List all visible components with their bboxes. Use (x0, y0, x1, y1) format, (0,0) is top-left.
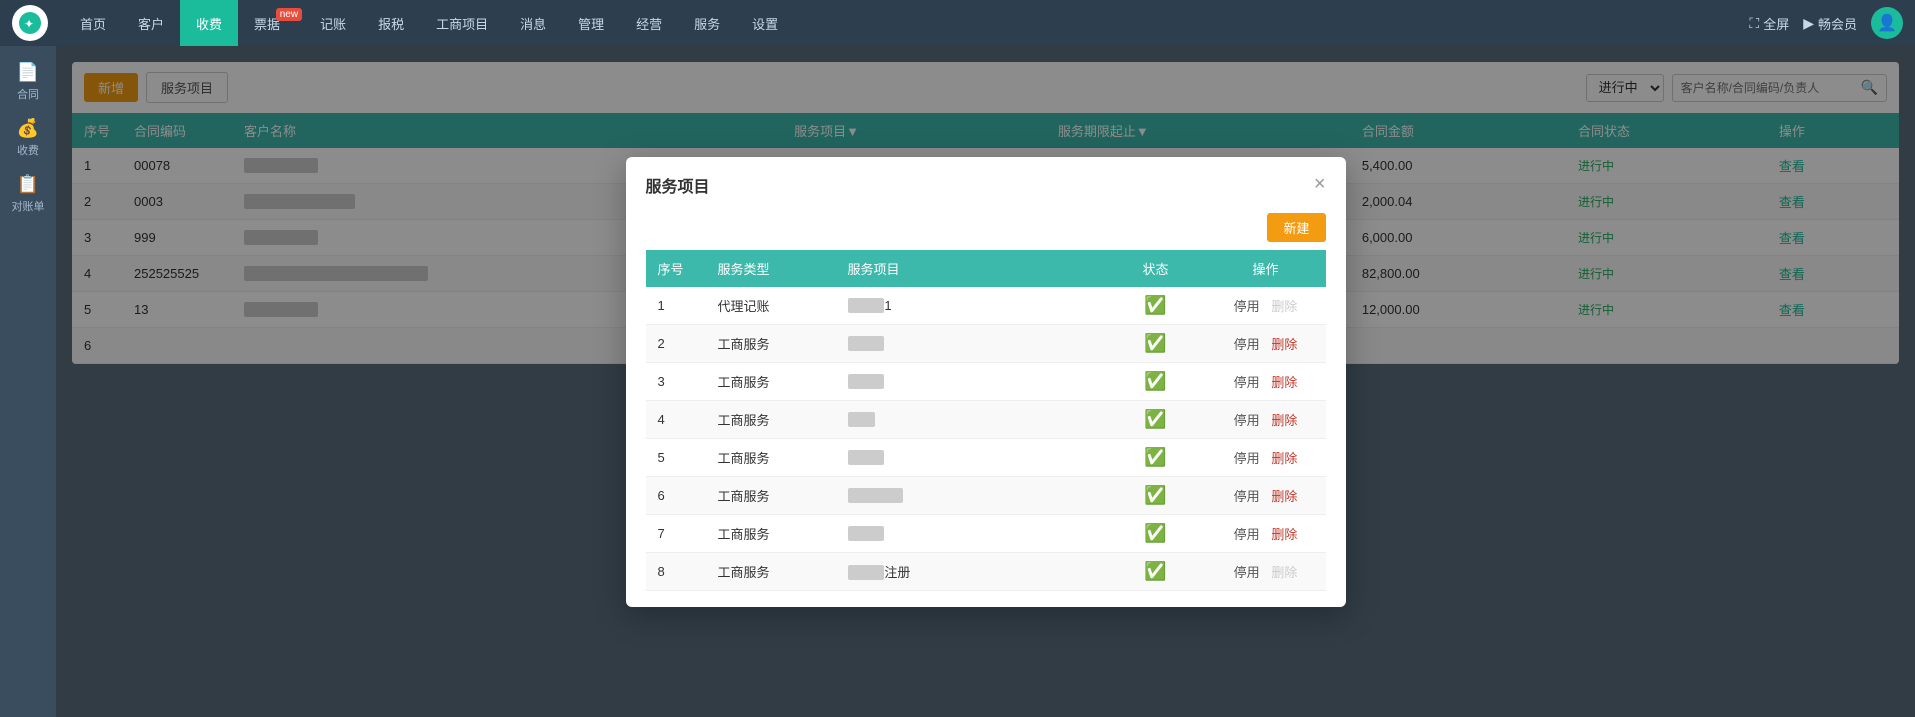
dialog-table-row: 5 工商服务 ████ ✅ 停用 删除 (646, 438, 1326, 476)
delete-button-8: 删除 (1271, 565, 1297, 580)
stop-button-4[interactable]: 停用 (1234, 413, 1260, 428)
stop-button-8[interactable]: 停用 (1234, 565, 1260, 580)
delete-button-1: 删除 (1271, 299, 1297, 314)
stop-button-6[interactable]: 停用 (1234, 489, 1260, 504)
sidebar: 📄 合同 💰 收费 📋 对账单 (0, 46, 56, 717)
service-table: 序号 服务类型 服务项目 状态 操作 1 代理记账 ████1 ✅ (646, 250, 1326, 591)
delete-button-5[interactable]: 删除 (1271, 451, 1297, 466)
stop-button-2[interactable]: 停用 (1234, 337, 1260, 352)
nav-fuwu[interactable]: 服务 (678, 0, 736, 46)
dialog-title: 服务项目 (646, 173, 710, 197)
fullscreen-icon: ⛶ (1749, 15, 1759, 32)
status-active-icon: ✅ (1144, 447, 1166, 467)
status-active-icon: ✅ (1144, 409, 1166, 429)
stop-button-7[interactable]: 停用 (1234, 527, 1260, 542)
top-nav-right: ⛶ 全屏 ▶ 畅会员 👤 (1749, 7, 1903, 39)
fullscreen-btn[interactable]: ⛶ 全屏 (1749, 14, 1789, 33)
dialog-col-project: 服务项目 (836, 250, 1106, 287)
stop-button-5[interactable]: 停用 (1234, 451, 1260, 466)
changhui-btn[interactable]: ▶ 畅会员 (1803, 14, 1857, 33)
dialog-table-row: 8 工商服务 ████注册 ✅ 停用 删除 (646, 552, 1326, 590)
dialog-header: 服务项目 × (626, 157, 1346, 205)
dialog-table-row: 1 代理记账 ████1 ✅ 停用 删除 (646, 287, 1326, 325)
delete-button-2[interactable]: 删除 (1271, 337, 1297, 352)
delete-button-7[interactable]: 删除 (1271, 527, 1297, 542)
dialog-table-row: 7 工商服务 ████ ✅ 停用 删除 (646, 514, 1326, 552)
nav-shoufei[interactable]: 收费 (180, 0, 238, 46)
status-active-icon: ✅ (1144, 295, 1166, 315)
status-active-icon: ✅ (1144, 333, 1166, 353)
dialog-close-button[interactable]: × (1314, 173, 1326, 196)
nav-piao[interactable]: 票据 new (238, 0, 304, 46)
sidebar-item-hetong[interactable]: 📄 合同 (2, 56, 54, 108)
content-area: 新增 服务项目 进行中 全部 已终止 🔍 (56, 46, 1915, 717)
top-nav: ✦ 首页 客户 收费 票据 new 记账 报税 工商项目 消息 管理 经营 服务… (0, 0, 1915, 46)
dialog-col-action: 操作 (1206, 250, 1326, 287)
dialog-table-row: 3 工商服务 ████ ✅ 停用 删除 (646, 362, 1326, 400)
service-dialog: 服务项目 × 新建 序号 服务类型 服务项目 状态 操作 (626, 157, 1346, 607)
nav-home[interactable]: 首页 (64, 0, 122, 46)
changhui-icon: ▶ (1803, 15, 1814, 32)
nav-customer[interactable]: 客户 (122, 0, 180, 46)
contract-icon: 📄 (17, 62, 39, 83)
dialog-table-row: 2 工商服务 ████ ✅ 停用 删除 (646, 324, 1326, 362)
dialog-toolbar: 新建 (626, 205, 1346, 250)
status-active-icon: ✅ (1144, 561, 1166, 581)
sidebar-item-duizhangdan[interactable]: 📋 对账单 (2, 168, 54, 220)
status-active-icon: ✅ (1144, 485, 1166, 505)
dialog-col-type: 服务类型 (706, 250, 836, 287)
nav-jingying[interactable]: 经营 (620, 0, 678, 46)
dialog-table-row: 6 工商服务 ██████ ✅ 停用 删除 (646, 476, 1326, 514)
stop-button-3[interactable]: 停用 (1234, 375, 1260, 390)
delete-button-6[interactable]: 删除 (1271, 489, 1297, 504)
delete-button-3[interactable]: 删除 (1271, 375, 1297, 390)
dialog-col-seq: 序号 (646, 250, 706, 287)
new-badge: new (276, 8, 302, 21)
main-layout: 📄 合同 💰 收费 📋 对账单 新增 服务项目 进行中 全部 已终止 (0, 46, 1915, 717)
dialog-table-wrap[interactable]: 序号 服务类型 服务项目 状态 操作 1 代理记账 ████1 ✅ (626, 250, 1346, 607)
billing-icon: 💰 (17, 118, 39, 139)
dialog-table-row: 4 工商服务 ███ ✅ 停用 删除 (646, 400, 1326, 438)
nav-shezhi[interactable]: 设置 (736, 0, 794, 46)
status-active-icon: ✅ (1144, 523, 1166, 543)
avatar[interactable]: 👤 (1871, 7, 1903, 39)
dialog-col-status: 状态 (1106, 250, 1206, 287)
new-service-button[interactable]: 新建 (1267, 213, 1325, 242)
delete-button-4[interactable]: 删除 (1271, 413, 1297, 428)
nav-guanli[interactable]: 管理 (562, 0, 620, 46)
nav-xiaoxi[interactable]: 消息 (504, 0, 562, 46)
nav-baoshui[interactable]: 报税 (362, 0, 420, 46)
nav-gongshang[interactable]: 工商项目 (420, 0, 504, 46)
stop-button-1[interactable]: 停用 (1234, 299, 1260, 314)
logo[interactable]: ✦ (12, 5, 48, 41)
statement-icon: 📋 (17, 174, 39, 195)
sidebar-item-shoufei[interactable]: 💰 收费 (2, 112, 54, 164)
nav-jizhang[interactable]: 记账 (304, 0, 362, 46)
svg-text:✦: ✦ (24, 17, 34, 31)
status-active-icon: ✅ (1144, 371, 1166, 391)
